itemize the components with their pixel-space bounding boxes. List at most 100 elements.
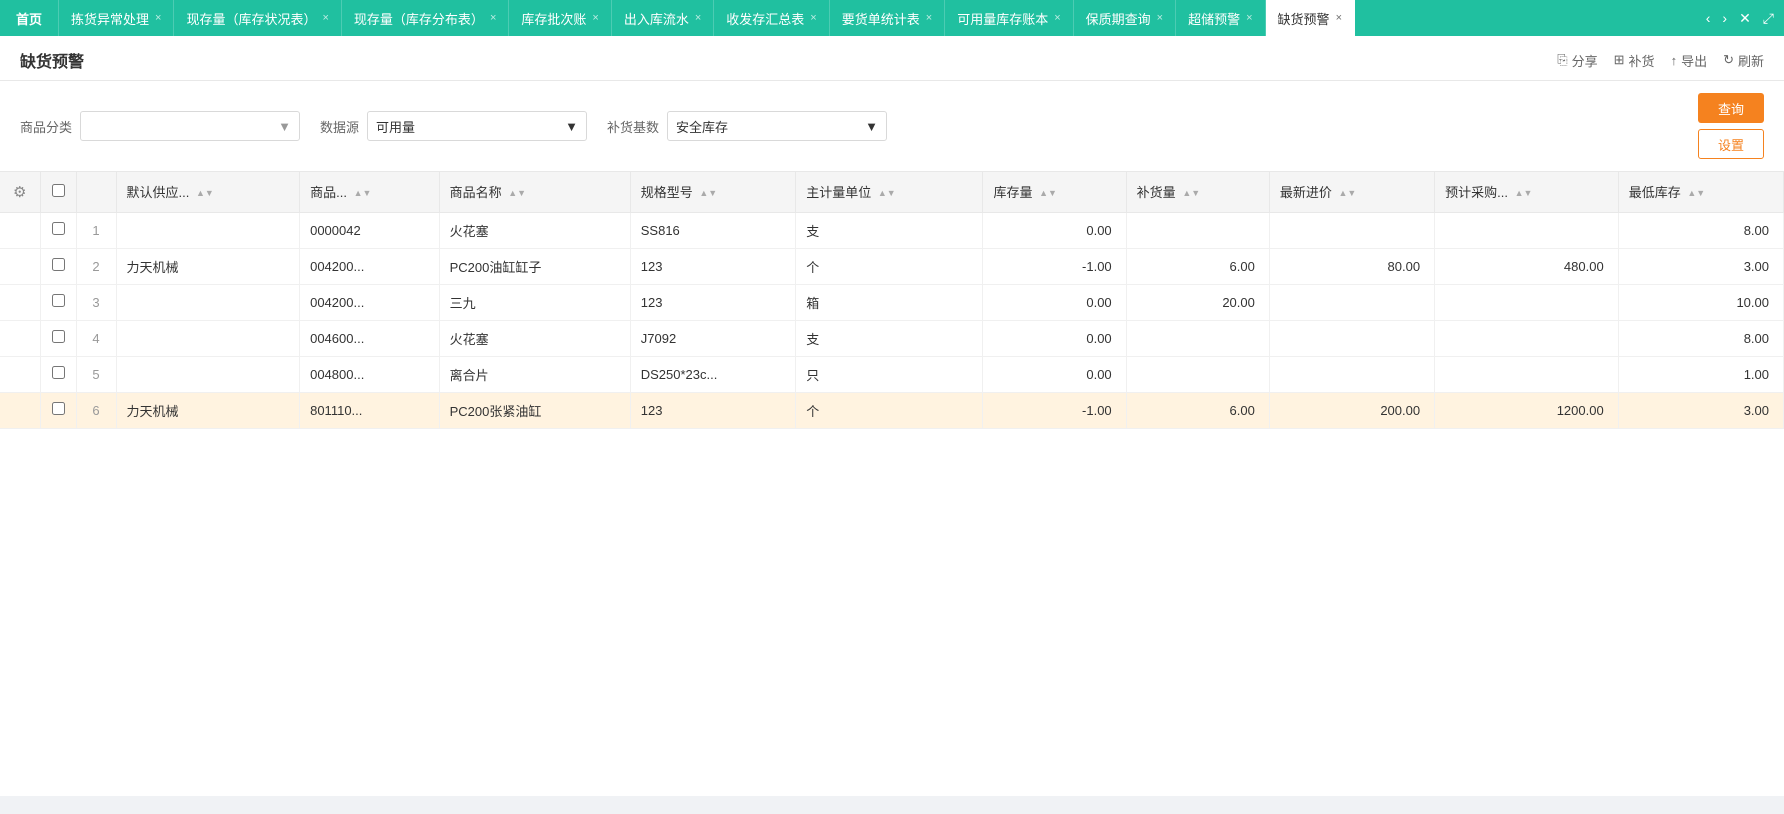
tab-expiry-query-close[interactable]: × xyxy=(1157,12,1163,24)
th-product-name[interactable]: 商品名称 ▲▼ xyxy=(439,172,630,212)
tab-defect-proc-close[interactable]: × xyxy=(155,12,161,24)
gear-icon[interactable]: ⚙ xyxy=(13,184,26,201)
tab-inventory-status-close[interactable]: × xyxy=(322,12,328,24)
filter-bar: 商品分类 ▼ 数据源 可用量 ▼ 补货基数 安全库存 ▼ 查询 设置 xyxy=(0,81,1784,172)
row-checkbox[interactable] xyxy=(52,330,65,343)
tab-home[interactable]: 首页 xyxy=(0,0,59,36)
filter-right-btns: 查询 设置 xyxy=(1698,93,1764,159)
tab-maximize-button[interactable]: ⤢ xyxy=(1757,0,1780,36)
tab-inout-flow[interactable]: 出入库流水 × xyxy=(612,0,714,36)
shortage-table: ⚙ 默认供应... ▲▼ 商品... ▲▼ 商品名称 xyxy=(0,172,1784,429)
row-unit: 个 xyxy=(796,392,983,428)
row-checkbox[interactable] xyxy=(52,294,65,307)
row-replenish: 6.00 xyxy=(1126,392,1269,428)
tab-shortage[interactable]: 缺货预警 × xyxy=(1266,0,1355,36)
row-est-purchase: 480.00 xyxy=(1435,248,1619,284)
row-replenish xyxy=(1126,320,1269,356)
export-label: 导出 xyxy=(1681,51,1707,70)
select-all-checkbox[interactable] xyxy=(52,184,65,197)
th-inventory[interactable]: 库存量 ▲▼ xyxy=(983,172,1126,212)
tab-avail-ledger-close[interactable]: × xyxy=(1054,12,1060,24)
tab-home-label: 首页 xyxy=(16,9,42,28)
replenish-base-select[interactable]: 安全库存 ▼ xyxy=(667,111,887,141)
datasource-select[interactable]: 可用量 ▼ xyxy=(367,111,587,141)
share-button[interactable]: ⎘ 分享 xyxy=(1557,51,1597,70)
row-checkbox[interactable] xyxy=(52,366,65,379)
share-icon: ⎘ xyxy=(1557,52,1567,68)
tab-req-stat-close[interactable]: × xyxy=(926,12,932,24)
tab-batch-account[interactable]: 库存批次账 × xyxy=(509,0,611,36)
refresh-label: 刷新 xyxy=(1738,51,1764,70)
export-button[interactable]: ↑ 导出 xyxy=(1671,51,1708,70)
th-default-supplier-label: 默认供应... xyxy=(127,185,190,200)
replenish-icon: ⊞ xyxy=(1614,52,1625,68)
tab-recv-summary[interactable]: 收发存汇总表 × xyxy=(714,0,829,36)
sort-arrows-price: ▲▼ xyxy=(1339,189,1357,198)
row-checkbox-cell[interactable] xyxy=(40,284,76,320)
row-checkbox-cell[interactable] xyxy=(40,212,76,248)
checkbox-column-header[interactable] xyxy=(40,172,76,212)
tab-defect-proc[interactable]: 拣货异常处理 × xyxy=(59,0,174,36)
th-replenish-qty-label: 补货量 xyxy=(1137,185,1176,200)
refresh-button[interactable]: ↻ 刷新 xyxy=(1723,51,1764,70)
row-spec: J7092 xyxy=(630,320,795,356)
table-row: 2 力天机械 004200... PC200油缸缸子 123 个 -1.00 6… xyxy=(0,248,1784,284)
row-checkbox[interactable] xyxy=(52,222,65,235)
table-row: 6 力天机械 801110... PC200张紧油缸 123 个 -1.00 6… xyxy=(0,392,1784,428)
page-title: 缺货预警 xyxy=(20,48,84,72)
tab-inventory-status[interactable]: 现存量（库存状况表） × xyxy=(174,0,341,36)
th-spec[interactable]: 规格型号 ▲▼ xyxy=(630,172,795,212)
tab-inout-flow-close[interactable]: × xyxy=(695,12,701,24)
gear-column-header[interactable]: ⚙ xyxy=(0,172,40,212)
row-inventory: 0.00 xyxy=(983,284,1126,320)
category-select[interactable]: ▼ xyxy=(80,111,300,141)
settings-button[interactable]: 设置 xyxy=(1698,129,1764,159)
row-checkbox-cell[interactable] xyxy=(40,356,76,392)
tab-overstock-close[interactable]: × xyxy=(1246,12,1252,24)
th-spec-label: 规格型号 xyxy=(641,185,693,200)
sort-arrows-supplier: ▲▼ xyxy=(196,189,214,198)
row-unit: 箱 xyxy=(796,284,983,320)
sort-arrows-name: ▲▼ xyxy=(508,189,526,198)
th-unit[interactable]: 主计量单位 ▲▼ xyxy=(796,172,983,212)
tab-recv-summary-close[interactable]: × xyxy=(810,12,816,24)
tab-avail-ledger[interactable]: 可用量库存账本 × xyxy=(945,0,1073,36)
row-checkbox-cell[interactable] xyxy=(40,392,76,428)
replenish-button[interactable]: ⊞ 补货 xyxy=(1614,51,1655,70)
row-number: 3 xyxy=(76,284,116,320)
row-code: 004200... xyxy=(300,284,440,320)
tab-inventory-dist[interactable]: 现存量（库存分布表） × xyxy=(342,0,509,36)
tab-overstock[interactable]: 超储预警 × xyxy=(1176,0,1265,36)
th-product-code[interactable]: 商品... ▲▼ xyxy=(300,172,440,212)
tab-prev-button[interactable]: ‹ xyxy=(1700,0,1717,36)
tab-inventory-dist-label: 现存量（库存分布表） xyxy=(354,9,484,28)
refresh-icon: ↻ xyxy=(1723,52,1734,68)
tab-next-button[interactable]: › xyxy=(1716,0,1733,36)
row-checkbox-cell[interactable] xyxy=(40,248,76,284)
row-spec: SS816 xyxy=(630,212,795,248)
row-min-inventory: 10.00 xyxy=(1618,284,1783,320)
row-inventory: -1.00 xyxy=(983,248,1126,284)
tab-inventory-dist-close[interactable]: × xyxy=(490,12,496,24)
row-checkbox-cell[interactable] xyxy=(40,320,76,356)
category-label: 商品分类 xyxy=(20,117,72,136)
th-est-purchase[interactable]: 预计采购... ▲▼ xyxy=(1435,172,1619,212)
page-header: 缺货预警 ⎘ 分享 ⊞ 补货 ↑ 导出 ↻ 刷新 xyxy=(0,36,1784,81)
th-latest-price[interactable]: 最新进价 ▲▼ xyxy=(1269,172,1434,212)
tab-batch-account-close[interactable]: × xyxy=(592,12,598,24)
query-button[interactable]: 查询 xyxy=(1698,93,1764,123)
row-name: PC200油缸缸子 xyxy=(439,248,630,284)
tab-expiry-query[interactable]: 保质期查询 × xyxy=(1074,0,1176,36)
table-row: 1 0000042 火花塞 SS816 支 0.00 8.00 xyxy=(0,212,1784,248)
table-body: 1 0000042 火花塞 SS816 支 0.00 8.00 2 力天机械 0… xyxy=(0,212,1784,428)
main-content: 缺货预警 ⎘ 分享 ⊞ 补货 ↑ 导出 ↻ 刷新 商品分类 xyxy=(0,36,1784,796)
th-default-supplier[interactable]: 默认供应... ▲▼ xyxy=(116,172,300,212)
th-replenish-qty[interactable]: 补货量 ▲▼ xyxy=(1126,172,1269,212)
th-product-code-label: 商品... xyxy=(310,185,347,200)
tab-shortage-close[interactable]: × xyxy=(1336,12,1342,24)
tab-close-others-button[interactable]: ✕ xyxy=(1733,0,1757,36)
tab-req-stat[interactable]: 要货单统计表 × xyxy=(830,0,945,36)
row-checkbox[interactable] xyxy=(52,258,65,271)
th-min-inventory[interactable]: 最低库存 ▲▼ xyxy=(1618,172,1783,212)
row-checkbox[interactable] xyxy=(52,402,65,415)
